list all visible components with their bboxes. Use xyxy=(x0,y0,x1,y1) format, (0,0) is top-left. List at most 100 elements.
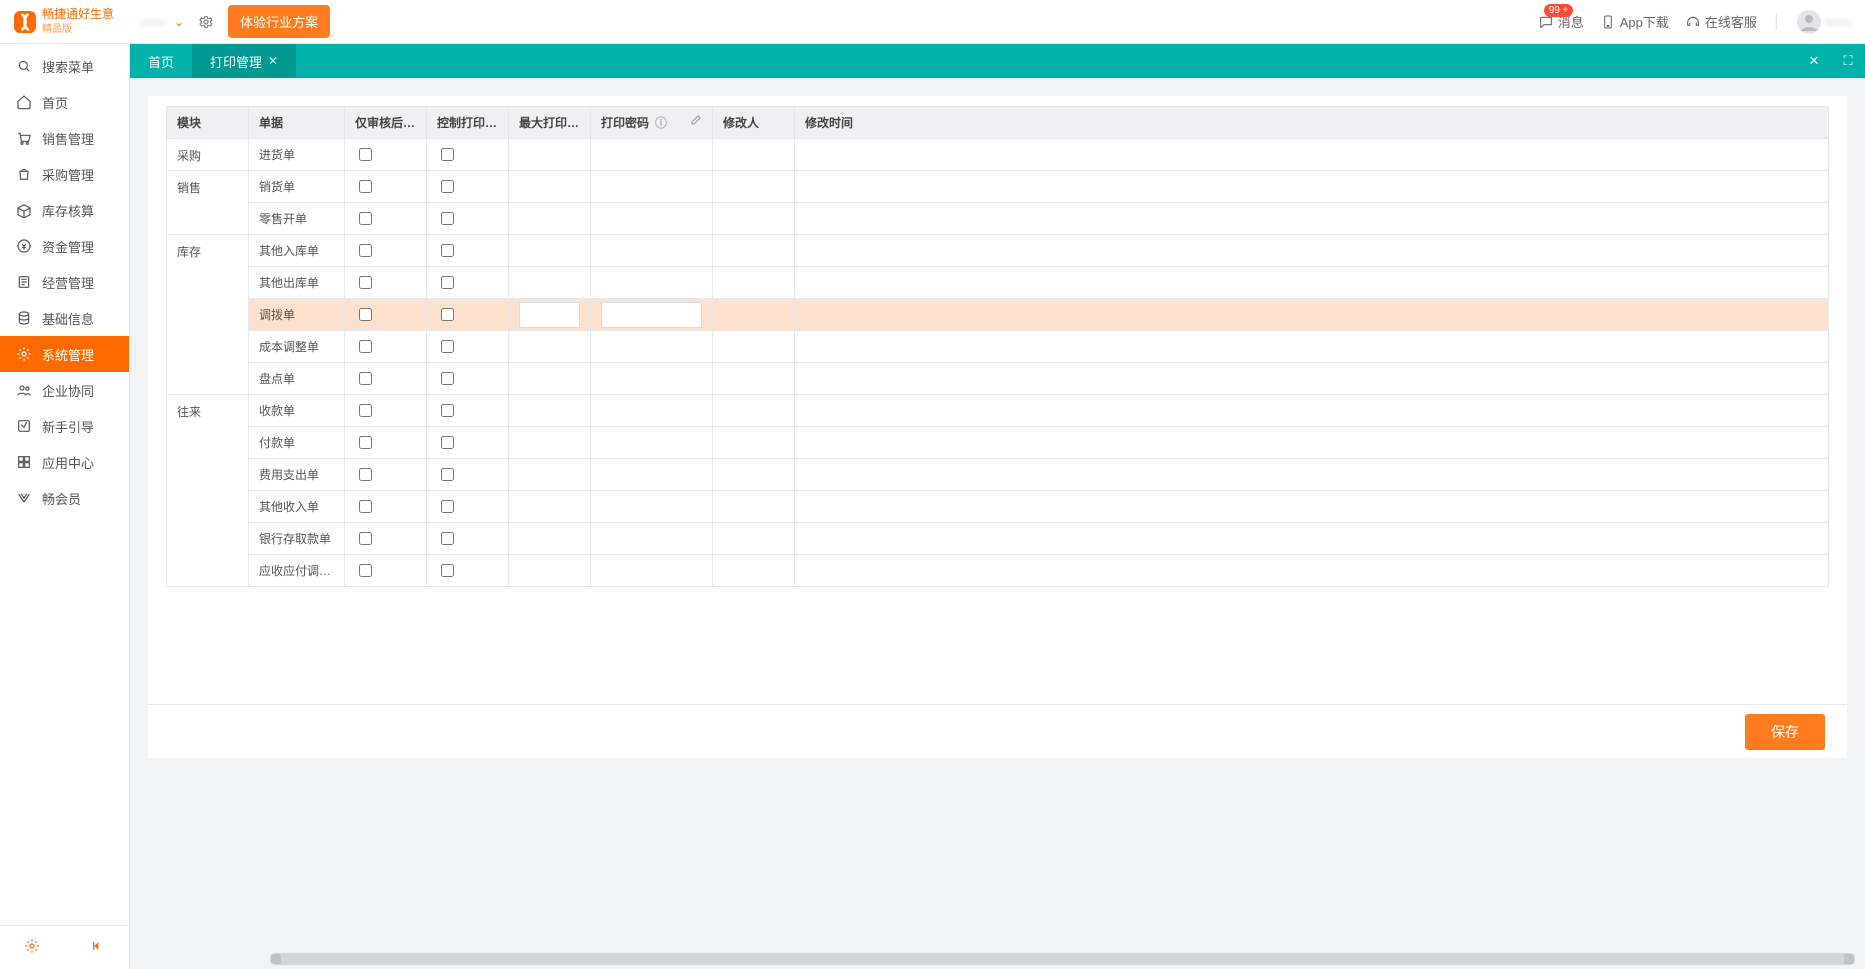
tab-1[interactable]: 打印管理✕ xyxy=(192,44,296,78)
sidebar-item-label: 经营管理 xyxy=(42,273,94,292)
control-count-checkbox[interactable] xyxy=(441,308,454,321)
sidebar-item-10[interactable]: 新手引导 xyxy=(0,408,129,444)
control-count-checkbox[interactable] xyxy=(441,372,454,385)
only-audited-checkbox[interactable] xyxy=(359,436,372,449)
table-row: 其他出库单 xyxy=(167,267,1829,299)
cell-only-audited xyxy=(345,203,427,235)
control-count-checkbox[interactable] xyxy=(441,500,454,513)
control-count-checkbox[interactable] xyxy=(441,436,454,449)
control-count-checkbox[interactable] xyxy=(441,468,454,481)
table-row: 银行存取款单 xyxy=(167,523,1829,555)
topbar: 畅捷通好生意 精品版 —— ⌄ 体验行业方案 99 + 消息 App下载 xyxy=(0,0,1865,44)
only-audited-checkbox[interactable] xyxy=(359,532,372,545)
cell-modifier xyxy=(713,555,795,587)
app-download-button[interactable]: App下载 xyxy=(1600,12,1669,31)
only-audited-checkbox[interactable] xyxy=(359,340,372,353)
store-name: —— xyxy=(140,14,166,29)
cell-modtime xyxy=(795,459,1829,491)
cell-password xyxy=(591,331,713,363)
only-audited-checkbox[interactable] xyxy=(359,308,372,321)
only-audited-checkbox[interactable] xyxy=(359,564,372,577)
cell-max-count xyxy=(509,427,591,459)
only-audited-checkbox[interactable] xyxy=(359,404,372,417)
sidebar-settings-icon[interactable] xyxy=(24,938,40,957)
sidebar-item-4[interactable]: 库存核算 xyxy=(0,192,129,228)
cell-only-audited xyxy=(345,171,427,203)
control-count-checkbox[interactable] xyxy=(441,212,454,225)
vip-icon xyxy=(16,490,32,506)
cell-modifier xyxy=(713,203,795,235)
sidebar-item-2[interactable]: 销售管理 xyxy=(0,120,129,156)
cell-control-count xyxy=(427,555,509,587)
control-count-checkbox[interactable] xyxy=(441,532,454,545)
horizontal-scrollbar[interactable] xyxy=(270,953,1855,965)
sidebar-item-5[interactable]: 资金管理 xyxy=(0,228,129,264)
sidebar-item-3[interactable]: 采购管理 xyxy=(0,156,129,192)
tab-0[interactable]: 首页 xyxy=(130,44,192,78)
table-row: 销售销货单 xyxy=(167,171,1829,203)
only-audited-checkbox[interactable] xyxy=(359,244,372,257)
cell-doc: 其他收入单 xyxy=(249,491,345,523)
table-row: 往来收款单 xyxy=(167,395,1829,427)
sidebar-item-label: 畅会员 xyxy=(42,489,81,508)
control-count-checkbox[interactable] xyxy=(441,340,454,353)
close-icon[interactable]: ✕ xyxy=(268,54,278,68)
cell-only-audited xyxy=(345,555,427,587)
only-audited-checkbox[interactable] xyxy=(359,372,372,385)
cell-modifier xyxy=(713,427,795,459)
cell-control-count xyxy=(427,299,509,331)
table-row: 其他收入单 xyxy=(167,491,1829,523)
cell-modtime xyxy=(795,267,1829,299)
col-max-count: 最大打印次数 xyxy=(509,107,591,139)
only-audited-checkbox[interactable] xyxy=(359,468,372,481)
save-button[interactable]: 保存 xyxy=(1745,714,1825,750)
max-count-input[interactable] xyxy=(519,302,580,328)
cell-modifier xyxy=(713,139,795,171)
only-audited-checkbox[interactable] xyxy=(359,276,372,289)
sidebar-collapse-icon[interactable] xyxy=(89,938,105,957)
sidebar-item-8[interactable]: 系统管理 xyxy=(0,336,129,372)
cell-password xyxy=(591,459,713,491)
workspace: 模块 单据 仅审核后打印 控制打印次数 最大打印次数 打印密码 ⓘ xyxy=(130,78,1865,949)
help-icon[interactable]: ⓘ xyxy=(655,114,667,131)
tabs-close-all-icon[interactable]: ✕ xyxy=(1797,44,1831,78)
cell-password xyxy=(591,203,713,235)
brand-logo-icon xyxy=(14,11,36,33)
support-button[interactable]: 在线客服 xyxy=(1685,12,1757,31)
cell-only-audited xyxy=(345,459,427,491)
control-count-checkbox[interactable] xyxy=(441,564,454,577)
only-audited-checkbox[interactable] xyxy=(359,180,372,193)
sidebar-item-0[interactable]: 搜索菜单 xyxy=(0,48,129,84)
only-audited-checkbox[interactable] xyxy=(359,500,372,513)
sidebar-item-6[interactable]: 经营管理 xyxy=(0,264,129,300)
edit-column-icon[interactable] xyxy=(690,114,702,129)
control-count-checkbox[interactable] xyxy=(441,148,454,161)
control-count-checkbox[interactable] xyxy=(441,404,454,417)
only-audited-checkbox[interactable] xyxy=(359,148,372,161)
sidebar-item-12[interactable]: 畅会员 xyxy=(0,480,129,516)
control-count-checkbox[interactable] xyxy=(441,180,454,193)
password-input[interactable] xyxy=(601,302,702,328)
messages-button[interactable]: 99 + 消息 xyxy=(1538,12,1584,31)
sidebar-item-9[interactable]: 企业协同 xyxy=(0,372,129,408)
table-row: 付款单 xyxy=(167,427,1829,459)
fullscreen-icon[interactable]: ⛶ xyxy=(1831,44,1865,78)
user-menu[interactable]: —— xyxy=(1797,10,1851,34)
cell-max-count xyxy=(509,459,591,491)
store-selector[interactable]: —— ⌄ xyxy=(140,14,184,29)
sidebar-item-label: 应用中心 xyxy=(42,453,94,472)
cell-doc: 付款单 xyxy=(249,427,345,459)
only-audited-checkbox[interactable] xyxy=(359,212,372,225)
brand-title: 畅捷通好生意 xyxy=(42,8,114,21)
sidebar-item-7[interactable]: 基础信息 xyxy=(0,300,129,336)
cell-password xyxy=(591,267,713,299)
control-count-checkbox[interactable] xyxy=(441,276,454,289)
table-row: 成本调整单 xyxy=(167,331,1829,363)
sidebar-item-label: 企业协同 xyxy=(42,381,94,400)
cell-doc: 其他出库单 xyxy=(249,267,345,299)
try-plan-button[interactable]: 体验行业方案 xyxy=(228,5,330,38)
settings-icon[interactable] xyxy=(198,14,214,30)
sidebar-item-1[interactable]: 首页 xyxy=(0,84,129,120)
control-count-checkbox[interactable] xyxy=(441,244,454,257)
sidebar-item-11[interactable]: 应用中心 xyxy=(0,444,129,480)
